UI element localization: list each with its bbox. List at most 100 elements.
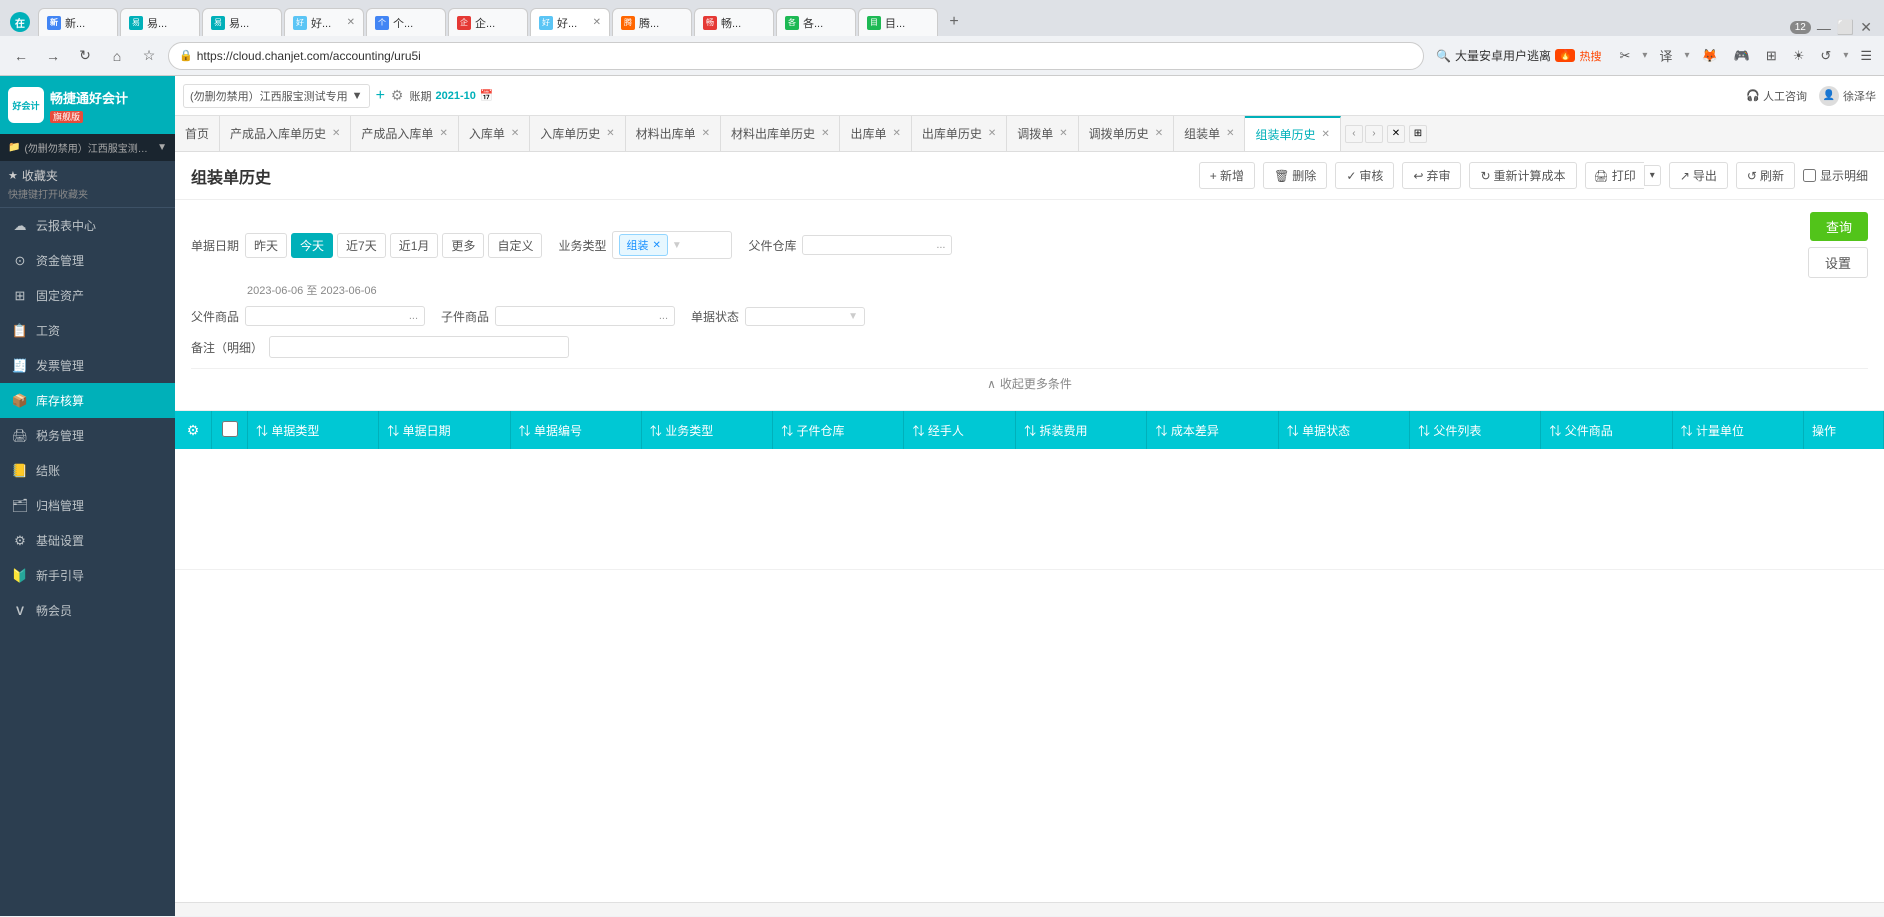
forward-button[interactable]: → bbox=[40, 43, 66, 69]
translate-icon[interactable]: 译 bbox=[1655, 44, 1676, 67]
browser-tab-2[interactable]: 易 易... bbox=[120, 8, 200, 36]
browser-tab-5[interactable]: 个 个... bbox=[366, 8, 446, 36]
close-button[interactable]: ✕ bbox=[1860, 19, 1872, 36]
col-checkbox-header[interactable] bbox=[212, 411, 248, 449]
nav-tab-kit[interactable]: 组装单 ✕ bbox=[1174, 116, 1245, 152]
col-doc-no[interactable]: ⇅ 单据编号 bbox=[510, 411, 641, 449]
delete-button[interactable]: 🗑 删除 bbox=[1263, 162, 1327, 189]
sidebar-item-guide[interactable]: 🔰 新手引导 bbox=[0, 558, 175, 593]
child-goods-input[interactable]: ... bbox=[495, 306, 675, 326]
col-parent-goods[interactable]: ⇅ 父件商品 bbox=[1541, 411, 1672, 449]
scissors-icon[interactable]: ✂ bbox=[1615, 46, 1634, 66]
filter-collapse-button[interactable]: ∧ 收起更多条件 bbox=[191, 368, 1868, 398]
parent-goods-input[interactable]: ... bbox=[245, 306, 425, 326]
nav-tab-assembly-history[interactable]: 调拨单历史 ✕ bbox=[1079, 116, 1174, 152]
nav-tab-kit-close[interactable]: ✕ bbox=[1226, 128, 1234, 139]
new-tab-button[interactable]: + bbox=[940, 8, 968, 36]
scrollbar-area[interactable] bbox=[175, 902, 1884, 916]
browser-tab-8[interactable]: 腾 腾... bbox=[612, 8, 692, 36]
biz-type-tag-close[interactable]: ✕ bbox=[652, 240, 660, 251]
nav-tab-prod-in-history[interactable]: 产成品入库单历史 ✕ bbox=[220, 116, 351, 152]
new-button[interactable]: + 新增 bbox=[1199, 162, 1255, 189]
nav-tab-next[interactable]: › bbox=[1365, 125, 1383, 143]
show-detail-checkbox[interactable] bbox=[1803, 169, 1816, 182]
date-btn-custom[interactable]: 自定义 bbox=[488, 233, 542, 258]
col-doc-date[interactable]: ⇅ 单据日期 bbox=[379, 411, 510, 449]
brightness-icon[interactable]: ☀ bbox=[1789, 46, 1809, 66]
nav-tab-kit-history[interactable]: 组装单历史 ✕ bbox=[1245, 116, 1340, 152]
browser-tab-1[interactable]: 新 新... bbox=[38, 8, 118, 36]
maximize-button[interactable]: ⬜ bbox=[1837, 19, 1854, 36]
nav-tab-out-history-close[interactable]: ✕ bbox=[988, 128, 996, 139]
col-settings-icon[interactable]: ⚙ bbox=[183, 420, 203, 440]
nav-tab-mat-out-history-close[interactable]: ✕ bbox=[821, 128, 829, 139]
date-btn-7days[interactable]: 近7天 bbox=[337, 233, 386, 258]
sidebar-item-archive[interactable]: 🗂 归档管理 bbox=[0, 488, 175, 523]
nav-tab-prod-in[interactable]: 产成品入库单 ✕ bbox=[351, 116, 458, 152]
nav-tab-close-all[interactable]: ✕ bbox=[1387, 125, 1405, 143]
nav-tab-out-order[interactable]: 出库单 ✕ bbox=[840, 116, 911, 152]
sidebar-item-invoice[interactable]: 🧾 发票管理 bbox=[0, 348, 175, 383]
browser-tab-7[interactable]: 好 好... ✕ bbox=[530, 8, 610, 36]
col-doc-status[interactable]: ⇅ 单据状态 bbox=[1278, 411, 1409, 449]
sidebar-company-selector[interactable]: 📁 (勿删勿禁用）江西服宝测试专用 ▼ bbox=[0, 134, 175, 161]
tab-close-7[interactable]: ✕ bbox=[593, 17, 601, 28]
nav-tab-prod-in-close[interactable]: ✕ bbox=[439, 128, 447, 139]
service-button[interactable]: 🎧 人工咨询 bbox=[1746, 88, 1807, 104]
print-main-button[interactable]: 🖨 打印 bbox=[1585, 162, 1644, 189]
browser-tab-10[interactable]: 各 各... bbox=[776, 8, 856, 36]
biz-type-input[interactable]: 组装 ✕ ▼ bbox=[612, 231, 732, 259]
date-btn-1month[interactable]: 近1月 bbox=[390, 233, 439, 258]
minimize-button[interactable]: — bbox=[1817, 20, 1831, 36]
sidebar-item-settle[interactable]: 📒 结账 bbox=[0, 453, 175, 488]
nav-tab-kit-history-close[interactable]: ✕ bbox=[1322, 129, 1330, 140]
emoji-icon[interactable]: 🦊 bbox=[1697, 46, 1721, 66]
col-biz-type[interactable]: ⇅ 业务类型 bbox=[641, 411, 772, 449]
review-button[interactable]: ✓ 审核 bbox=[1335, 162, 1394, 189]
game-icon[interactable]: 🎮 bbox=[1730, 46, 1754, 66]
tab-close-4[interactable]: ✕ bbox=[347, 17, 355, 28]
add-company-btn[interactable]: + bbox=[376, 87, 385, 105]
browser-tab-6[interactable]: 企 企... bbox=[448, 8, 528, 36]
col-unit[interactable]: ⇅ 计量单位 bbox=[1672, 411, 1803, 449]
recalc-button[interactable]: ↻ 重新计算成本 bbox=[1469, 162, 1576, 189]
home-button[interactable]: ⌂ bbox=[104, 43, 130, 69]
url-input[interactable]: 🔒 https://cloud.chanjet.com/accounting/u… bbox=[168, 42, 1424, 70]
col-parent-list[interactable]: ⇅ 父件列表 bbox=[1410, 411, 1541, 449]
col-doc-type[interactable]: ⇅ 单据类型 bbox=[248, 411, 379, 449]
nav-tab-mat-out-history[interactable]: 材料出库单历史 ✕ bbox=[721, 116, 840, 152]
col-child-warehouse[interactable]: ⇅ 子件仓库 bbox=[773, 411, 904, 449]
company-selector[interactable]: (勿删勿禁用）江西服宝测试专用 ▼ bbox=[183, 84, 370, 108]
back-button[interactable]: ← bbox=[8, 43, 34, 69]
menu-icon[interactable]: ☰ bbox=[1856, 46, 1876, 66]
reload-button[interactable]: ↻ bbox=[72, 43, 98, 69]
refresh-button[interactable]: ↺ 刷新 bbox=[1736, 162, 1795, 189]
browser-tab-9[interactable]: 畅 畅... bbox=[694, 8, 774, 36]
sidebar-item-basic-settings[interactable]: ⚙ 基础设置 bbox=[0, 523, 175, 558]
nav-tab-in-order[interactable]: 入库单 ✕ bbox=[459, 116, 530, 152]
date-btn-yesterday[interactable]: 昨天 bbox=[245, 233, 287, 258]
date-btn-more[interactable]: 更多 bbox=[442, 233, 484, 258]
nav-tab-prev[interactable]: ‹ bbox=[1345, 125, 1363, 143]
bookmark-button[interactable]: ☆ bbox=[136, 43, 162, 69]
calendar-icon[interactable]: 📅 bbox=[480, 89, 494, 102]
nav-tab-in-history[interactable]: 入库单历史 ✕ bbox=[530, 116, 625, 152]
nav-tab-mat-out-close[interactable]: ✕ bbox=[702, 128, 710, 139]
grid-icon[interactable]: ⊞ bbox=[1762, 46, 1781, 66]
nav-tab-in-history-close[interactable]: ✕ bbox=[606, 128, 614, 139]
nav-tab-in-order-close[interactable]: ✕ bbox=[511, 128, 519, 139]
abandon-button[interactable]: ↩ 弃审 bbox=[1402, 162, 1461, 189]
sidebar-item-tax[interactable]: 🖨 税务管理 bbox=[0, 418, 175, 453]
date-btn-today[interactable]: 今天 bbox=[291, 233, 333, 258]
sidebar-item-fund[interactable]: ⊙ 资金管理 bbox=[0, 243, 175, 278]
col-cost-diff[interactable]: ⇅ 成本差异 bbox=[1147, 411, 1278, 449]
nav-tab-prod-in-history-close[interactable]: ✕ bbox=[332, 128, 340, 139]
sidebar-item-inventory[interactable]: 📦 库存核算 bbox=[0, 383, 175, 418]
sidebar-item-fixed-asset[interactable]: ⊞ 固定资产 bbox=[0, 278, 175, 313]
browser-tab-11[interactable]: 目 目... bbox=[858, 8, 938, 36]
nav-tab-assembly-history-close[interactable]: ✕ bbox=[1155, 128, 1163, 139]
parent-warehouse-input[interactable]: ... bbox=[802, 235, 952, 255]
sidebar-item-member[interactable]: V 畅会员 bbox=[0, 593, 175, 628]
col-handler[interactable]: ⇅ 经手人 bbox=[904, 411, 1016, 449]
note-input[interactable] bbox=[269, 336, 569, 358]
